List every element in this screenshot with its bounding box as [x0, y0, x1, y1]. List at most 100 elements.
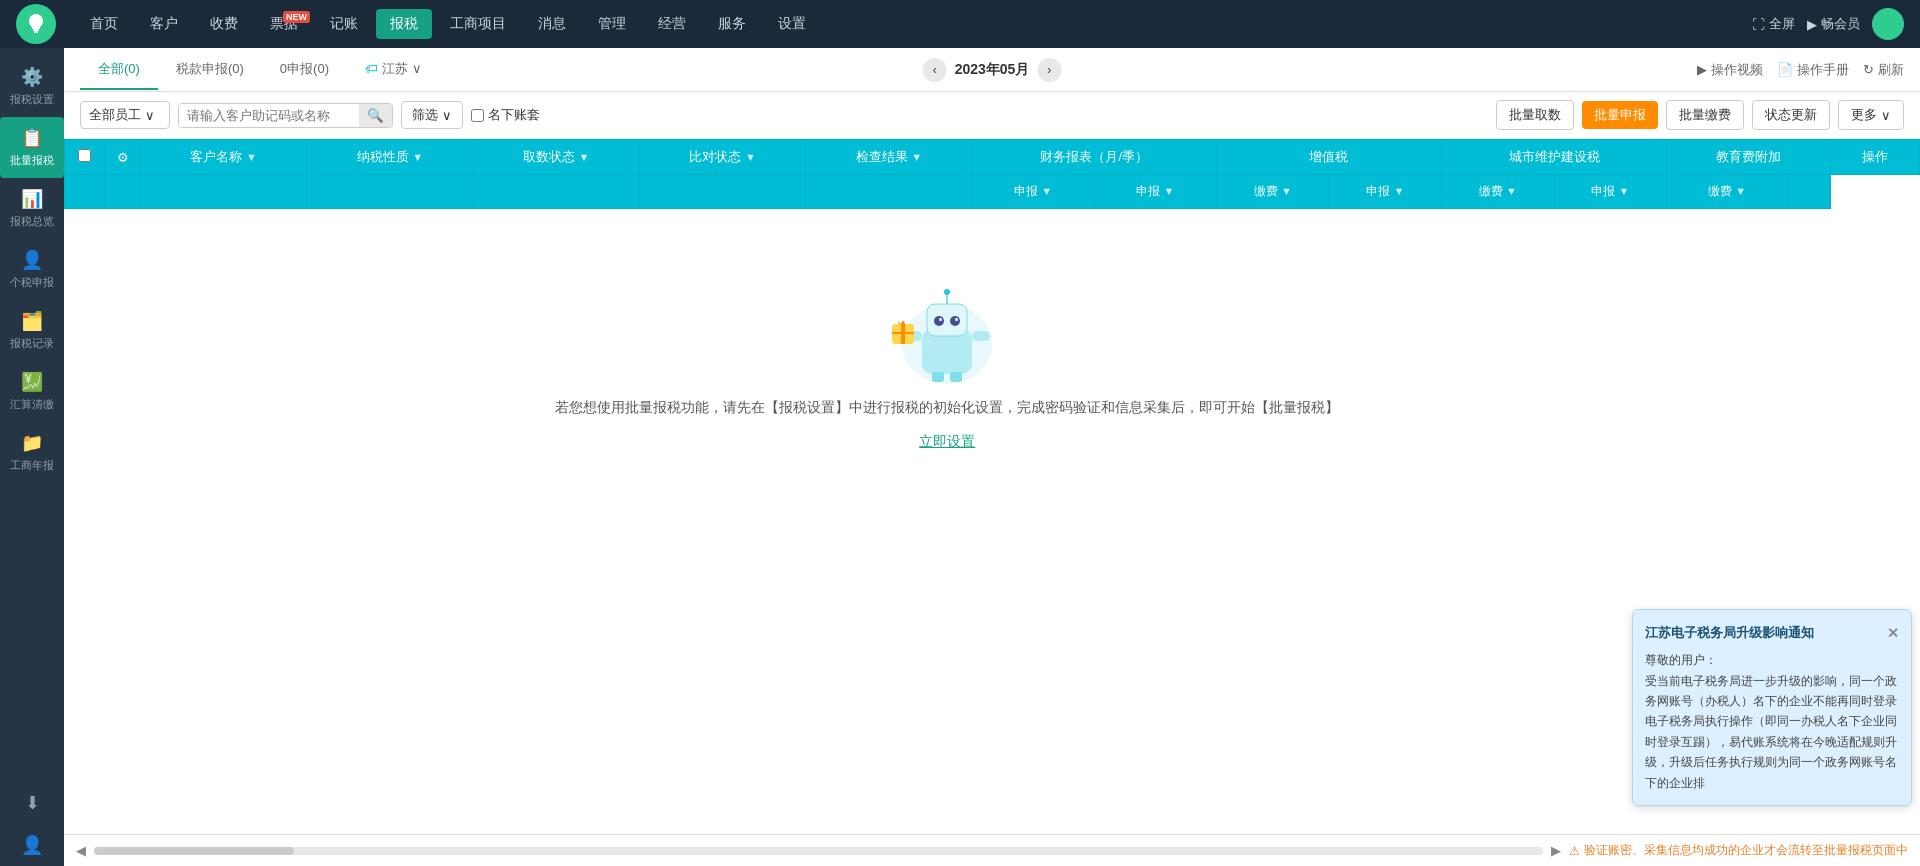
th-gear[interactable]: ⚙ — [105, 140, 141, 175]
notif-header: 江苏电子税务局升级影响通知 ✕ — [1645, 622, 1899, 644]
sidebar-item-personal-tax[interactable]: 👤 个税申报 — [0, 239, 64, 300]
th-check-result: 检查结果 ▼ — [806, 140, 972, 175]
sidebar-item-batch-tax[interactable]: 📋 批量报税 — [0, 117, 64, 178]
compare-status-filter-icon[interactable]: ▼ — [745, 151, 756, 163]
notification-panel: 江苏电子税务局升级影响通知 ✕ 尊敬的用户： 受当前电子税务局进一步升级的影响，… — [1632, 609, 1912, 806]
sidebar-label-settlement: 汇算清缴 — [10, 397, 54, 412]
svg-point-5 — [934, 316, 944, 326]
avatar[interactable] — [1872, 8, 1904, 40]
batch-pay-btn[interactable]: 批量缴费 — [1666, 100, 1744, 130]
more-btn[interactable]: 更多 ∨ — [1838, 100, 1904, 130]
th-tax-type: 纳税性质 ▼ — [307, 140, 473, 175]
member-btn[interactable]: ▶ 畅会员 — [1807, 15, 1860, 33]
tab-region[interactable]: 🏷 江苏 ∨ — [347, 50, 440, 90]
tab-bar: 全部(0) 税款申报(0) 0申报(0) 🏷 江苏 ∨ ‹ 2023年05月 › — [64, 48, 1920, 92]
dropdown-icon: ∨ — [145, 108, 155, 123]
tab-zero-declare[interactable]: 0申报(0) — [262, 50, 347, 90]
fullscreen-btn[interactable]: ⛶ 全屏 — [1752, 15, 1795, 33]
th-city-tax: 城市维护建设税 — [1442, 140, 1667, 175]
nav-menu: 首页 客户 收费 票据 NEW 记账 报税 工商项目 消息 管理 经营 服务 设… — [76, 9, 1752, 39]
scroll-thumb — [94, 847, 294, 855]
video-btn[interactable]: ▶ 操作视频 — [1697, 61, 1763, 79]
batch-declare-btn[interactable]: 批量申报 — [1582, 101, 1658, 129]
settlement-icon: 💹 — [21, 371, 43, 393]
member-icon: ▶ — [1807, 17, 1817, 32]
th-vat-pay: 缴费 ▼ — [1216, 175, 1329, 209]
toolbar-right: 批量取数 批量申报 批量缴费 状态更新 更多 ∨ — [1496, 100, 1904, 130]
search-button[interactable]: 🔍 — [359, 104, 392, 127]
nav-accounting[interactable]: 记账 — [316, 9, 372, 39]
th-sub-empty7 — [806, 175, 972, 209]
month-navigation: ‹ 2023年05月 › — [923, 58, 1062, 82]
tab-tax-declare[interactable]: 税款申报(0) — [158, 50, 262, 90]
warning-icon: ⚠ — [1569, 844, 1580, 858]
nav-customer[interactable]: 客户 — [136, 9, 192, 39]
sidebar-download[interactable]: ⬇ — [0, 782, 64, 824]
sidebar-profile[interactable]: 👤 — [0, 824, 64, 866]
sidebar-item-tax-overview[interactable]: 📊 报税总览 — [0, 178, 64, 239]
prev-month-btn[interactable]: ‹ — [923, 58, 947, 82]
svg-rect-1 — [34, 31, 38, 33]
nav-right: ⛶ 全屏 ▶ 畅会员 — [1752, 8, 1904, 40]
svg-point-8 — [955, 318, 958, 321]
next-month-btn[interactable]: › — [1037, 58, 1061, 82]
empty-state-cell: 若您想使用批量报税功能，请先在【报税设置】中进行报税的初始化设置，完成密码验证和… — [65, 209, 1831, 512]
sidebar-item-tax-settings[interactable]: ⚙️ 报税设置 — [0, 56, 64, 117]
tab-all[interactable]: 全部(0) — [80, 50, 158, 90]
setup-link[interactable]: 立即设置 — [919, 433, 975, 451]
tab-actions: ▶ 操作视频 📄 操作手册 ↻ 刷新 — [1697, 61, 1904, 79]
nav-tax[interactable]: 报税 — [376, 9, 432, 39]
nav-manage[interactable]: 管理 — [584, 9, 640, 39]
th-checkbox — [65, 140, 105, 175]
th-edu-declare: 申报 ▼ — [1554, 175, 1667, 209]
sidebar-item-settlement[interactable]: 💹 汇算清缴 — [0, 361, 64, 422]
check-result-filter-icon[interactable]: ▼ — [911, 151, 922, 163]
notif-close-btn[interactable]: ✕ — [1887, 622, 1899, 644]
nav-operation[interactable]: 经营 — [644, 9, 700, 39]
sidebar-label-tax-settings: 报税设置 — [10, 92, 54, 107]
fetch-status-filter-icon[interactable]: ▼ — [579, 151, 590, 163]
th-sub-empty4 — [307, 175, 473, 209]
svg-point-7 — [939, 318, 942, 321]
manual-btn[interactable]: 📄 操作手册 — [1777, 61, 1849, 79]
filter-button[interactable]: 筛选 ∨ — [401, 101, 463, 129]
tab-list: 全部(0) 税款申报(0) 0申报(0) 🏷 江苏 ∨ — [80, 50, 440, 90]
nav-settings[interactable]: 设置 — [764, 9, 820, 39]
search-input[interactable] — [179, 104, 359, 127]
nav-home[interactable]: 首页 — [76, 9, 132, 39]
client-name-filter-icon[interactable]: ▼ — [246, 151, 257, 163]
tax-records-icon: 🗂️ — [21, 310, 43, 332]
employee-select[interactable]: 全部员工 ∨ — [80, 101, 170, 129]
batch-fetch-btn[interactable]: 批量取数 — [1496, 100, 1574, 130]
sidebar-label-personal-tax: 个税申报 — [10, 275, 54, 290]
refresh-btn[interactable]: ↻ 刷新 — [1863, 61, 1904, 79]
th-vat-declare: 申报 ▼ — [1094, 175, 1216, 209]
status-update-btn[interactable]: 状态更新 — [1752, 100, 1830, 130]
nav-service[interactable]: 服务 — [704, 9, 760, 39]
sidebar-item-annual-report[interactable]: 📁 工商年报 — [0, 422, 64, 483]
select-all-checkbox[interactable] — [78, 149, 91, 162]
tax-settings-icon: ⚙️ — [21, 66, 43, 88]
sidebar-item-tax-records[interactable]: 🗂️ 报税记录 — [0, 300, 64, 361]
toolbar: 全部员工 ∨ 🔍 筛选 ∨ 名下账套 批量取数 批量申报 批量缴费 状态更新 — [64, 92, 1920, 139]
filter-dropdown-icon: ∨ — [442, 108, 452, 123]
nav-message[interactable]: 消息 — [524, 9, 580, 39]
current-month: 2023年05月 — [955, 61, 1030, 79]
sidebar-label-batch-tax: 批量报税 — [10, 153, 54, 168]
scroll-track[interactable] — [94, 847, 1543, 855]
nav-invoice[interactable]: 票据 NEW — [256, 9, 312, 39]
checkbox-label[interactable]: 名下账套 — [471, 106, 540, 124]
nav-business[interactable]: 工商项目 — [436, 9, 520, 39]
th-fetch-status: 取数状态 ▼ — [473, 140, 639, 175]
checkbox-input[interactable] — [471, 109, 484, 122]
sidebar: ⚙️ 报税设置 📋 批量报税 📊 报税总览 👤 个税申报 🗂️ 报税记录 💹 汇… — [0, 48, 64, 866]
profile-icon: 👤 — [21, 834, 43, 856]
empty-state: 若您想使用批量报税功能，请先在【报税设置】中进行报税的初始化设置，完成密码验证和… — [65, 209, 1831, 511]
top-navigation: 首页 客户 收费 票据 NEW 记账 报税 工商项目 消息 管理 经营 服务 设… — [0, 0, 1920, 48]
nav-billing[interactable]: 收费 — [196, 9, 252, 39]
svg-rect-17 — [950, 372, 962, 382]
tax-type-filter-icon[interactable]: ▼ — [412, 151, 423, 163]
svg-rect-0 — [33, 29, 39, 31]
download-icon: ⬇ — [21, 792, 43, 814]
manual-icon: 📄 — [1777, 62, 1793, 77]
